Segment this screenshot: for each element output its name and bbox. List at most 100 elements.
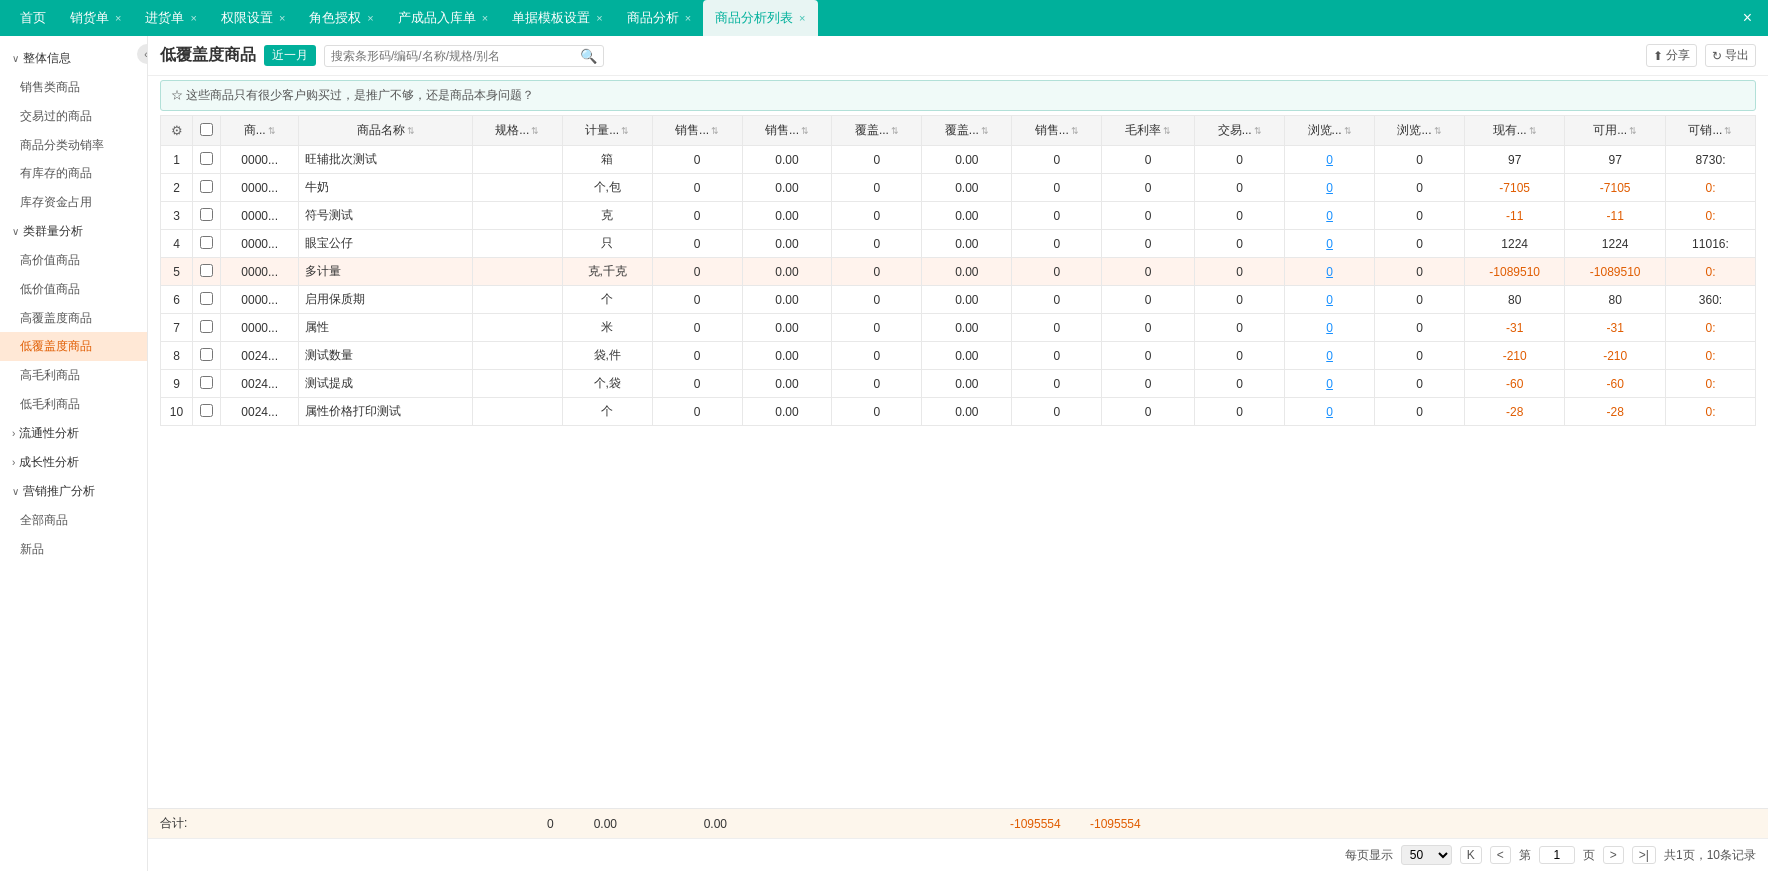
cell-checkbox[interactable] bbox=[193, 230, 221, 258]
cell-checkbox[interactable] bbox=[193, 342, 221, 370]
search-icon[interactable]: 🔍 bbox=[580, 48, 597, 64]
current-page-input[interactable] bbox=[1539, 846, 1575, 864]
period-button[interactable]: 近一月 bbox=[264, 45, 316, 66]
th-trade[interactable]: 交易...⇅ bbox=[1195, 116, 1285, 146]
sidebar-item-all-products[interactable]: 全部商品 bbox=[0, 506, 147, 535]
sidebar-item-high-coverage[interactable]: 高覆盖度商品 bbox=[0, 304, 147, 333]
sidebar-item-category-rate[interactable]: 商品分类动销率 bbox=[0, 131, 147, 160]
table-row: 2 0000... 牛奶 个,包 0 0.00 0 0.00 0 0 0 0 0… bbox=[161, 174, 1756, 202]
cell-checkbox[interactable] bbox=[193, 258, 221, 286]
close-icon[interactable]: × bbox=[482, 0, 488, 36]
cell-view1-link[interactable]: 0 bbox=[1285, 398, 1375, 426]
select-all-checkbox[interactable] bbox=[200, 123, 213, 136]
row-checkbox[interactable] bbox=[200, 264, 213, 277]
sidebar-item-traded-products[interactable]: 交易过的商品 bbox=[0, 102, 147, 131]
cell-checkbox[interactable] bbox=[193, 202, 221, 230]
search-input[interactable] bbox=[331, 49, 576, 63]
th-view1[interactable]: 浏览...⇅ bbox=[1285, 116, 1375, 146]
th-sales-amt[interactable]: 销售...⇅ bbox=[742, 116, 832, 146]
nav-permissions[interactable]: 权限设置 × bbox=[209, 0, 297, 36]
row-checkbox[interactable] bbox=[200, 152, 213, 165]
page-unit: 页 bbox=[1583, 847, 1595, 864]
sidebar-item-low-coverage[interactable]: 低覆盖度商品 bbox=[0, 332, 147, 361]
nav-template[interactable]: 单据模板设置 × bbox=[500, 0, 614, 36]
row-checkbox[interactable] bbox=[200, 208, 213, 221]
row-checkbox[interactable] bbox=[200, 292, 213, 305]
sidebar-item-high-margin[interactable]: 高毛利商品 bbox=[0, 361, 147, 390]
nav-roles[interactable]: 角色授权 × bbox=[297, 0, 385, 36]
nav-product-analysis-list[interactable]: 商品分析列表 × bbox=[703, 0, 817, 36]
sidebar-group-growth[interactable]: › 成长性分析 bbox=[0, 448, 147, 477]
cell-checkbox[interactable] bbox=[193, 314, 221, 342]
cell-view1-link[interactable]: 0 bbox=[1285, 286, 1375, 314]
row-checkbox[interactable] bbox=[200, 180, 213, 193]
nav-production[interactable]: 产成品入库单 × bbox=[386, 0, 500, 36]
th-gross-margin[interactable]: 毛利率⇅ bbox=[1102, 116, 1195, 146]
sidebar-group-marketing[interactable]: ∨ 营销推广分析 bbox=[0, 477, 147, 506]
close-icon[interactable]: × bbox=[685, 0, 691, 36]
cell-view1-link[interactable]: 0 bbox=[1285, 314, 1375, 342]
sidebar-item-low-margin[interactable]: 低毛利商品 bbox=[0, 390, 147, 419]
sidebar-item-new-products[interactable]: 新品 bbox=[0, 535, 147, 564]
sidebar-item-high-value[interactable]: 高价值商品 bbox=[0, 246, 147, 275]
th-cover2[interactable]: 覆盖...⇅ bbox=[922, 116, 1012, 146]
nav-sales[interactable]: 销货单 × bbox=[58, 0, 133, 36]
th-unit[interactable]: 计量...⇅ bbox=[562, 116, 652, 146]
th-sales-qty[interactable]: 销售...⇅ bbox=[652, 116, 742, 146]
sort-icon: ⇅ bbox=[1344, 126, 1352, 136]
th-stock-sale[interactable]: 可销...⇅ bbox=[1665, 116, 1755, 146]
th-code[interactable]: 商...⇅ bbox=[221, 116, 299, 146]
th-cover1[interactable]: 覆盖...⇅ bbox=[832, 116, 922, 146]
sidebar-group-overall[interactable]: ∨ 整体信息 bbox=[0, 44, 147, 73]
cell-view1-link[interactable]: 0 bbox=[1285, 258, 1375, 286]
close-icon[interactable]: × bbox=[115, 0, 121, 36]
last-page-button[interactable]: >| bbox=[1632, 846, 1656, 864]
window-close-button[interactable]: × bbox=[1735, 9, 1760, 27]
sidebar-group-liquidity[interactable]: › 流通性分析 bbox=[0, 419, 147, 448]
cell-view1-link[interactable]: 0 bbox=[1285, 370, 1375, 398]
close-icon[interactable]: × bbox=[367, 0, 373, 36]
first-page-button[interactable]: K bbox=[1460, 846, 1482, 864]
nav-product-analysis[interactable]: 商品分析 × bbox=[615, 0, 703, 36]
close-icon[interactable]: × bbox=[799, 0, 805, 36]
share-button[interactable]: ⬆ 分享 bbox=[1646, 44, 1697, 67]
close-icon[interactable]: × bbox=[596, 0, 602, 36]
sidebar-group-cluster[interactable]: ∨ 类群量分析 bbox=[0, 217, 147, 246]
cell-view1-link[interactable]: 0 bbox=[1285, 342, 1375, 370]
prev-page-button[interactable]: < bbox=[1490, 846, 1511, 864]
cell-checkbox[interactable] bbox=[193, 370, 221, 398]
close-icon[interactable]: × bbox=[190, 0, 196, 36]
settings-icon[interactable]: ⚙ bbox=[171, 123, 183, 138]
th-settings[interactable]: ⚙ bbox=[161, 116, 193, 146]
cell-view1-link[interactable]: 0 bbox=[1285, 146, 1375, 174]
cell-checkbox[interactable] bbox=[193, 174, 221, 202]
row-checkbox[interactable] bbox=[200, 376, 213, 389]
th-view2[interactable]: 浏览...⇅ bbox=[1375, 116, 1465, 146]
row-checkbox[interactable] bbox=[200, 348, 213, 361]
cell-checkbox[interactable] bbox=[193, 286, 221, 314]
cell-view1-link[interactable]: 0 bbox=[1285, 230, 1375, 258]
cell-view1-link[interactable]: 0 bbox=[1285, 202, 1375, 230]
cell-checkbox[interactable] bbox=[193, 398, 221, 426]
export-button[interactable]: ↻ 导出 bbox=[1705, 44, 1756, 67]
row-checkbox[interactable] bbox=[200, 404, 213, 417]
sidebar-item-stocked-products[interactable]: 有库存的商品 bbox=[0, 159, 147, 188]
th-stock-cur[interactable]: 现有...⇅ bbox=[1464, 116, 1564, 146]
th-sales3[interactable]: 销售...⇅ bbox=[1012, 116, 1102, 146]
th-checkbox[interactable] bbox=[193, 116, 221, 146]
next-page-button[interactable]: > bbox=[1603, 846, 1624, 864]
page-size-select[interactable]: 50 20 100 bbox=[1401, 845, 1452, 865]
sidebar-item-sales-products[interactable]: 销售类商品 bbox=[0, 73, 147, 102]
cell-checkbox[interactable] bbox=[193, 146, 221, 174]
th-spec[interactable]: 规格...⇅ bbox=[472, 116, 562, 146]
cell-view1-link[interactable]: 0 bbox=[1285, 174, 1375, 202]
sidebar-item-low-value[interactable]: 低价值商品 bbox=[0, 275, 147, 304]
row-checkbox[interactable] bbox=[200, 320, 213, 333]
row-checkbox[interactable] bbox=[200, 236, 213, 249]
close-icon[interactable]: × bbox=[279, 0, 285, 36]
th-stock-avail[interactable]: 可用...⇅ bbox=[1565, 116, 1665, 146]
nav-purchase[interactable]: 进货单 × bbox=[133, 0, 208, 36]
nav-home[interactable]: 首页 bbox=[8, 0, 58, 36]
sidebar-item-inventory-capital[interactable]: 库存资金占用 bbox=[0, 188, 147, 217]
th-name[interactable]: 商品名称⇅ bbox=[299, 116, 472, 146]
